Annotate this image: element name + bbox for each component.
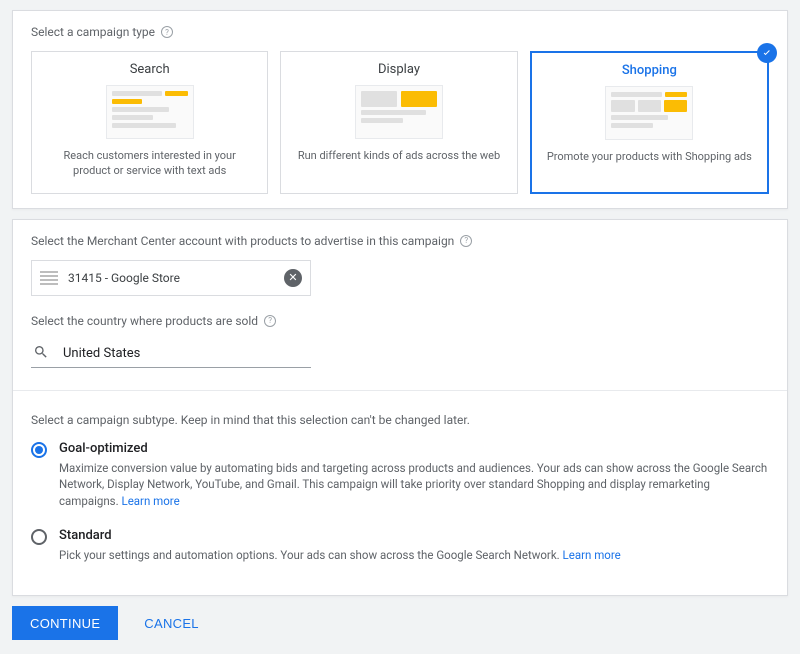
- subtype-option-goal-optimized[interactable]: Goal-optimized Maximize conversion value…: [31, 441, 769, 510]
- subtype-label: Select a campaign subtype. Keep in mind …: [31, 413, 769, 427]
- merchant-label-text: Select the Merchant Center account with …: [31, 234, 454, 248]
- card-thumb: [605, 86, 693, 140]
- card-desc: Reach customers interested in your produ…: [44, 149, 255, 179]
- radio-icon: [31, 529, 47, 545]
- card-title: Search: [44, 62, 255, 77]
- campaign-type-label-text: Select a campaign type: [31, 25, 155, 39]
- card-desc: Run different kinds of ads across the we…: [293, 149, 504, 164]
- campaign-settings-panel: Select the Merchant Center account with …: [12, 219, 788, 597]
- merchant-label: Select the Merchant Center account with …: [31, 234, 769, 248]
- help-icon[interactable]: ?: [161, 26, 173, 38]
- merchant-icon: [40, 271, 58, 285]
- merchant-value: 31415 - Google Store: [68, 271, 274, 285]
- radio-icon: [31, 442, 47, 458]
- check-icon: [757, 43, 777, 63]
- radio-desc: Pick your settings and automation option…: [59, 547, 621, 564]
- search-icon: [33, 344, 49, 363]
- campaign-type-card-search[interactable]: Search Reach customers interested in you…: [31, 51, 268, 194]
- clear-icon[interactable]: ✕: [284, 269, 302, 287]
- radio-title: Goal-optimized: [59, 441, 769, 456]
- subtype-option-standard[interactable]: Standard Pick your settings and automati…: [31, 528, 769, 564]
- card-thumb: [106, 85, 194, 139]
- divider: [13, 390, 787, 391]
- continue-button[interactable]: CONTINUE: [12, 606, 118, 640]
- card-title: Shopping: [544, 63, 755, 78]
- card-thumb: [355, 85, 443, 139]
- radio-desc: Maximize conversion value by automating …: [59, 460, 769, 510]
- campaign-type-label: Select a campaign type ?: [31, 25, 769, 39]
- subtype-label-text: Select a campaign subtype. Keep in mind …: [31, 413, 470, 427]
- learn-more-link[interactable]: Learn more: [122, 494, 180, 508]
- country-select[interactable]: United States: [31, 340, 311, 368]
- merchant-select[interactable]: 31415 - Google Store ✕: [31, 260, 311, 296]
- campaign-type-cards: Search Reach customers interested in you…: [31, 51, 769, 194]
- help-icon[interactable]: ?: [264, 315, 276, 327]
- campaign-type-card-display[interactable]: Display Run different kinds of ads acros…: [280, 51, 517, 194]
- subtype-radio-group: Goal-optimized Maximize conversion value…: [31, 441, 769, 564]
- learn-more-link[interactable]: Learn more: [563, 548, 621, 562]
- country-label: Select the country where products are so…: [31, 314, 769, 328]
- campaign-type-card-shopping[interactable]: Shopping Promote your products with Shop…: [530, 51, 769, 194]
- campaign-type-panel: Select a campaign type ? Search Reach cu…: [12, 10, 788, 209]
- cancel-button[interactable]: CANCEL: [126, 606, 217, 640]
- country-value: United States: [63, 346, 140, 361]
- radio-title: Standard: [59, 528, 621, 543]
- country-label-text: Select the country where products are so…: [31, 314, 258, 328]
- help-icon[interactable]: ?: [460, 235, 472, 247]
- card-desc: Promote your products with Shopping ads: [544, 150, 755, 165]
- card-title: Display: [293, 62, 504, 77]
- footer-buttons: CONTINUE CANCEL: [0, 606, 800, 654]
